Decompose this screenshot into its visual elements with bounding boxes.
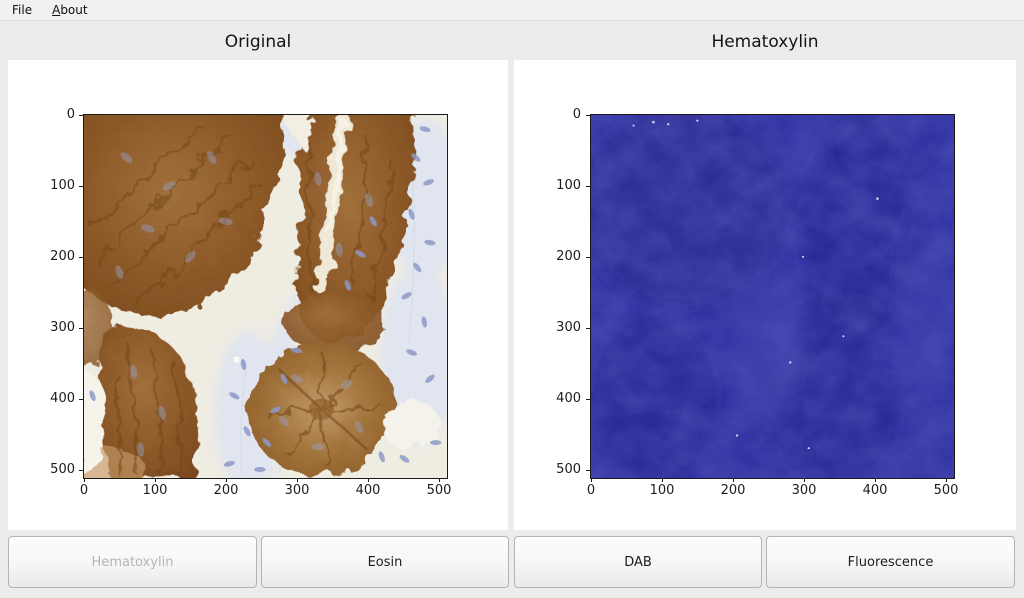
y-tick-label: 500 [50, 462, 75, 477]
dab-button[interactable]: DAB [514, 536, 762, 588]
x-tick-label: 500 [426, 483, 452, 498]
x-tick-label: 300 [791, 483, 817, 498]
panel-title-hematoxylin: Hematoxylin [711, 32, 819, 52]
tick-mark [586, 115, 590, 116]
x-tick-label: 300 [284, 483, 310, 498]
y-tick-label: 0 [66, 107, 75, 122]
menu-about[interactable]: About [50, 3, 90, 17]
tick-mark [875, 478, 876, 482]
x-tick-label: 400 [355, 483, 381, 498]
tick-mark [586, 186, 590, 187]
x-tick-label: 200 [213, 483, 239, 498]
tick-mark [79, 470, 83, 471]
hematoxylin-button[interactable]: Hematoxylin [8, 536, 257, 588]
y-tick-label: 100 [556, 178, 581, 193]
tick-mark [79, 399, 83, 400]
tick-mark [946, 478, 947, 482]
y-tick-label: 300 [556, 320, 581, 335]
x-tick-label: 500 [933, 483, 959, 498]
y-tick-label: 200 [50, 249, 75, 264]
y-tick-label: 400 [50, 391, 75, 406]
tick-mark [368, 478, 369, 482]
tick-mark [79, 186, 83, 187]
y-tick-label: 100 [50, 178, 75, 193]
x-tick-label: 0 [586, 483, 596, 498]
fluorescence-button[interactable]: Fluorescence [766, 536, 1015, 588]
tick-mark [439, 478, 440, 482]
tick-mark [586, 399, 590, 400]
menu-file[interactable]: File [10, 3, 34, 17]
menu-about-rest: bout [60, 3, 88, 17]
tick-mark [79, 115, 83, 116]
panel-title-original: Original [224, 32, 292, 52]
menu-bar: File About [0, 0, 1024, 21]
tick-mark [84, 478, 85, 482]
tick-mark [79, 328, 83, 329]
tick-mark [586, 470, 590, 471]
x-tick-label: 200 [720, 483, 746, 498]
tick-mark [733, 478, 734, 482]
tick-mark [586, 257, 590, 258]
tick-mark [79, 257, 83, 258]
tick-mark [297, 478, 298, 482]
tick-mark [226, 478, 227, 482]
eosin-button[interactable]: Eosin [261, 536, 509, 588]
original-figure-panel: 0 100 200 300 400 500 0 100 200 300 400 … [8, 60, 508, 530]
x-tick-label: 100 [142, 483, 168, 498]
y-tick-label: 300 [50, 320, 75, 335]
y-tick-label: 400 [556, 391, 581, 406]
hematoxylin-figure-panel: 0 100 200 300 400 500 0 100 200 300 400 … [514, 60, 1016, 530]
tick-mark [591, 478, 592, 482]
y-tick-label: 200 [556, 249, 581, 264]
x-tick-label: 0 [79, 483, 89, 498]
x-tick-label: 100 [649, 483, 675, 498]
tick-mark [804, 478, 805, 482]
x-tick-label: 400 [862, 483, 888, 498]
tick-mark [155, 478, 156, 482]
tick-mark [586, 328, 590, 329]
hematoxylin-image [590, 114, 955, 479]
y-tick-label: 0 [572, 107, 581, 122]
y-tick-label: 500 [556, 462, 581, 477]
tick-mark [662, 478, 663, 482]
original-image [83, 114, 448, 479]
